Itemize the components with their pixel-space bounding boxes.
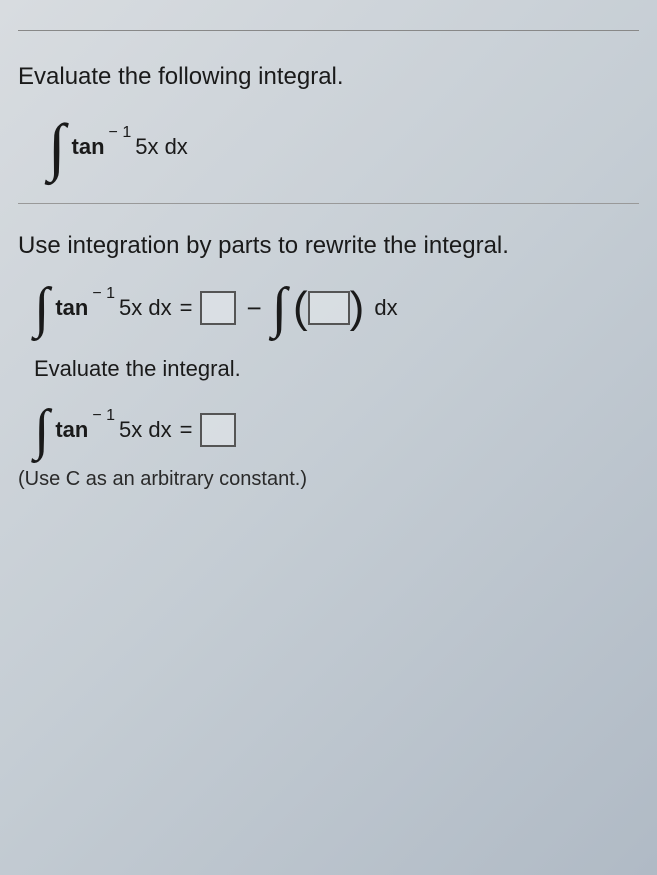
minus-sign: − [246, 293, 261, 324]
hint-text: (Use C as an arbitrary constant.) [18, 468, 639, 491]
exponent: − 1 [92, 285, 115, 303]
instruction-step1: Use integration by parts to rewrite the … [18, 232, 639, 260]
exponent: − 1 [92, 407, 115, 425]
answer-box-2[interactable] [308, 291, 350, 325]
equation-row-1: ∫ tan − 1 5x dx = − ∫ ( ) dx [34, 280, 639, 336]
dx-end: dx [374, 295, 397, 321]
answer-box-3[interactable] [200, 413, 236, 447]
function-tan: tan [55, 295, 88, 321]
problem-title: Evaluate the following integral. [18, 63, 639, 91]
integral-sign-icon: ∫ [34, 402, 49, 458]
function-tan: tan [55, 417, 88, 443]
close-paren: ) [350, 290, 365, 325]
top-divider [18, 30, 639, 31]
divider [18, 203, 639, 204]
argument: 5x dx [119, 417, 172, 443]
open-paren: ( [293, 290, 308, 325]
exponent: − 1 [109, 124, 132, 142]
equals-sign: = [180, 295, 193, 321]
equals-sign: = [180, 417, 193, 443]
argument: 5x dx [135, 134, 188, 160]
answer-box-1[interactable] [200, 291, 236, 325]
instruction-step2: Evaluate the integral. [34, 356, 639, 382]
integral-sign-icon: ∫ [48, 115, 66, 179]
problem-container: Evaluate the following integral. ∫ tan −… [0, 10, 657, 521]
function-tan: tan [72, 134, 105, 160]
integral-expression: ∫ tan − 1 5x dx [48, 115, 639, 179]
integral-sign-icon: ∫ [272, 280, 287, 336]
equation-row-2: ∫ tan − 1 5x dx = [34, 402, 639, 458]
argument: 5x dx [119, 295, 172, 321]
integral-sign-icon: ∫ [34, 280, 49, 336]
